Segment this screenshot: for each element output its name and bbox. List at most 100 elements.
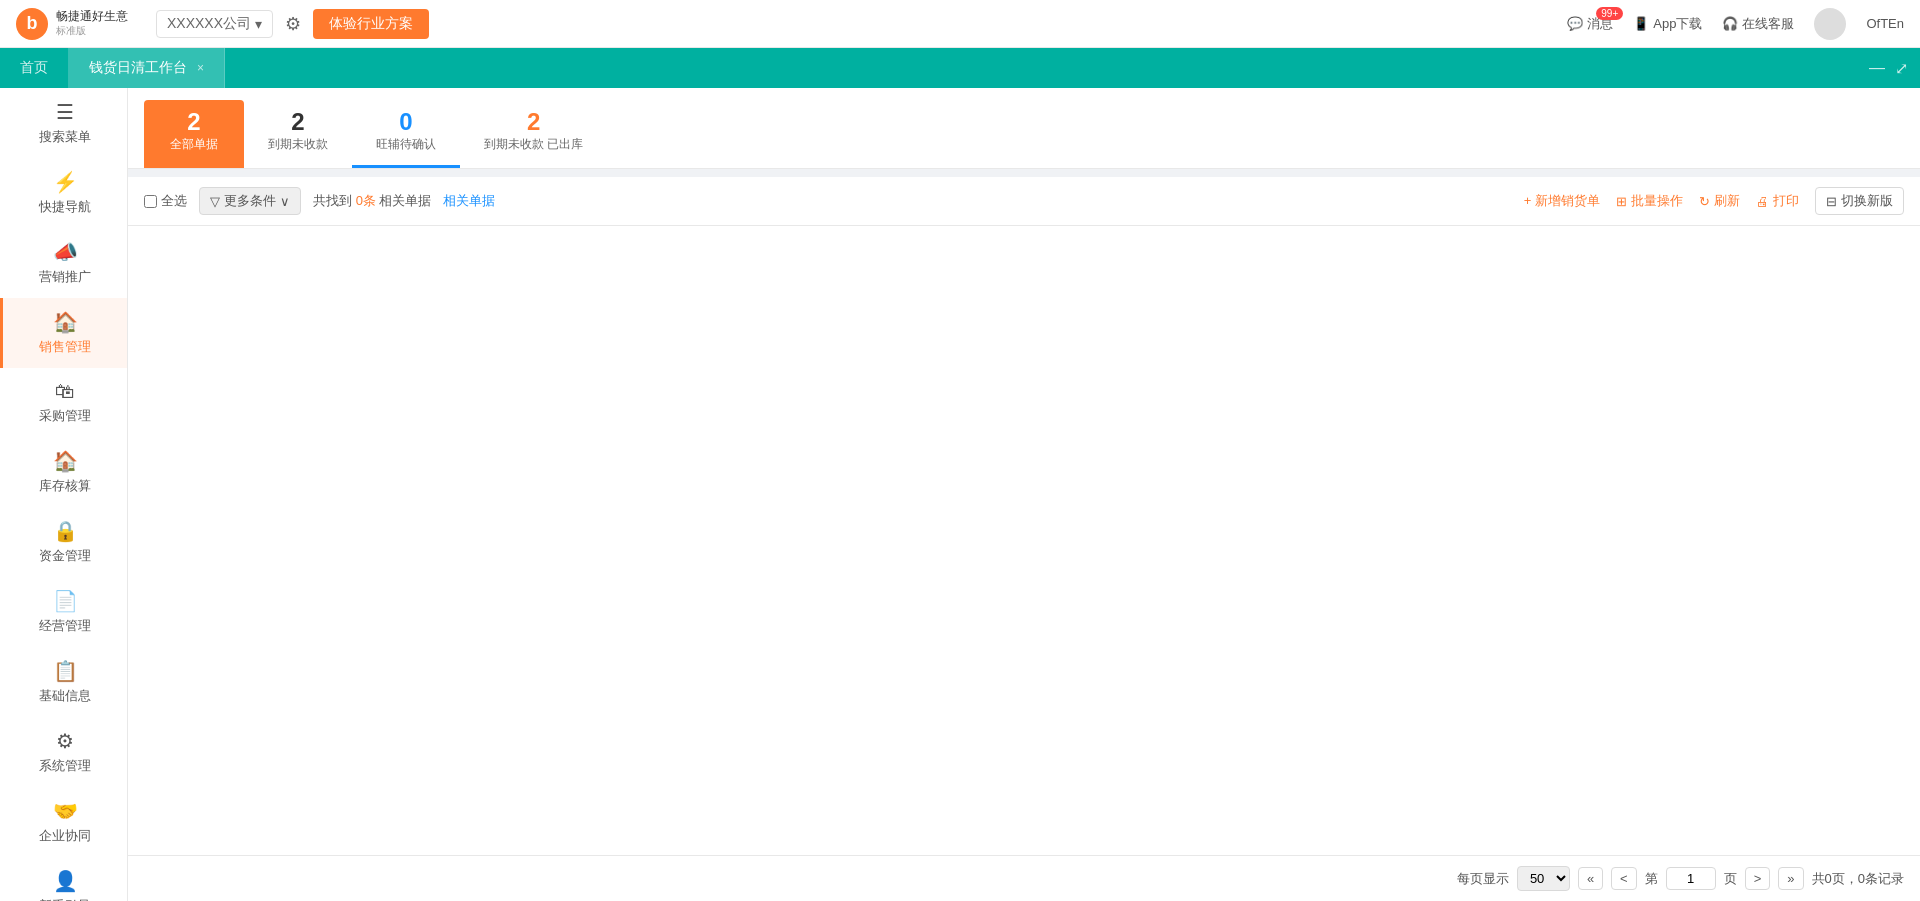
select-all-input[interactable] [144, 195, 157, 208]
sidebar-label-marketing: 营销推广 [39, 268, 91, 286]
sidebar-item-search-menu[interactable]: ☰ 搜索菜单 [0, 88, 127, 158]
sidebar-item-quick-nav[interactable]: ⚡ 快捷导航 [0, 158, 127, 228]
more-conditions-button[interactable]: ▽ 更多条件 ∨ [199, 187, 301, 215]
sidebar-item-marketing[interactable]: 📣 营销推广 [0, 228, 127, 298]
capital-mgmt-icon: 🔒 [53, 519, 78, 543]
related-link[interactable]: 相关单据 [443, 192, 495, 210]
app-download-button[interactable]: 📱 App下载 [1633, 15, 1702, 33]
sidebar-label-inventory: 库存核算 [39, 477, 91, 495]
chevron-down-icon: ∨ [280, 194, 290, 209]
switch-icon: ⊟ [1826, 194, 1837, 209]
logo-icon: b [16, 8, 48, 40]
sidebar-item-basic-info[interactable]: 📋 基础信息 [0, 647, 127, 717]
message-button[interactable]: 💬 消息 99+ [1567, 15, 1613, 33]
dropdown-icon: ▾ [255, 16, 262, 32]
sidebar-label-enterprise-collab: 企业协同 [39, 827, 91, 845]
logo-area: b 畅捷通好生意 标准版 [16, 8, 144, 40]
settings-icon[interactable]: ⚙ [285, 13, 301, 35]
print-button[interactable]: 🖨 打印 [1756, 192, 1799, 210]
per-page-select[interactable]: 50 [1517, 866, 1570, 891]
top-bar: b 畅捷通好生意 标准版 XXXXXX公司 ▾ ⚙ 体验行业方案 💬 消息 99… [0, 0, 1920, 48]
logo-text: 畅捷通好生意 [56, 9, 128, 25]
page-last-button[interactable]: » [1778, 867, 1803, 890]
sidebar-label-beginner-guide: 新手引导 [39, 897, 91, 901]
sidebar-label-purchase-mgmt: 采购管理 [39, 407, 91, 425]
switch-version-button[interactable]: ⊟ 切换新版 [1815, 187, 1904, 215]
add-order-button[interactable]: + 新增销货单 [1524, 192, 1600, 210]
app-download-icon: 📱 [1633, 16, 1649, 31]
sidebar-label-capital-mgmt: 资金管理 [39, 547, 91, 565]
switch-label: 切换新版 [1841, 192, 1893, 210]
page-number-input[interactable] [1666, 867, 1716, 890]
message-badge: 99+ [1596, 7, 1623, 20]
operations-mgmt-icon: 📄 [53, 589, 78, 613]
batch-icon: ⊞ [1616, 194, 1627, 209]
toolbar-right: + 新增销货单 ⊞ 批量操作 ↻ 刷新 🖨 打印 ⊟ 切换新版 [1524, 187, 1904, 215]
tab-workbench-label: 钱货日清工作台 [89, 59, 187, 77]
filter-icon: ▽ [210, 194, 220, 209]
more-conditions-label: 更多条件 [224, 192, 276, 210]
avatar[interactable] [1814, 8, 1846, 40]
pagination-bar: 每页显示 50 « < 第 页 > » 共0页，0条记录 [128, 855, 1920, 901]
tab-home[interactable]: 首页 [0, 48, 69, 88]
sales-mgmt-icon: 🏠 [53, 310, 78, 334]
status-tab-all[interactable]: 2 全部单据 [144, 100, 244, 168]
tab-workbench[interactable]: 钱货日清工作台 × [69, 48, 225, 88]
sidebar-item-inventory[interactable]: 🏠 库存核算 [0, 437, 127, 507]
tab-all-label: 全部单据 [170, 136, 218, 153]
per-page-label: 每页显示 [1457, 870, 1509, 888]
sidebar-item-enterprise-collab[interactable]: 🤝 企业协同 [0, 787, 127, 857]
main-layout: ☰ 搜索菜单 ⚡ 快捷导航 📣 营销推广 🏠 销售管理 🛍 采购管理 🏠 库存核… [0, 88, 1920, 901]
page-next-button[interactable]: > [1745, 867, 1771, 890]
inventory-icon: 🏠 [53, 449, 78, 473]
refresh-icon: ↻ [1699, 194, 1710, 209]
tab-overdue-outbound-label: 到期未收款 已出库 [484, 136, 583, 153]
tab-overdue-label: 到期未收款 [268, 136, 328, 153]
tab-minimize-button[interactable]: — [1869, 59, 1885, 77]
sidebar-label-basic-info: 基础信息 [39, 687, 91, 705]
page-first-button[interactable]: « [1578, 867, 1603, 890]
purchase-mgmt-icon: 🛍 [55, 380, 75, 403]
sidebar-item-purchase-mgmt[interactable]: 🛍 采购管理 [0, 368, 127, 437]
tab-overdue-outbound-num: 2 [527, 108, 540, 136]
select-all-label: 全选 [161, 192, 187, 210]
tab-maximize-button[interactable]: ⤢ [1895, 59, 1908, 78]
experience-button[interactable]: 体验行业方案 [313, 9, 429, 39]
status-tabs: 2 全部单据 2 到期未收款 0 旺辅待确认 2 到期未收款 已出库 [128, 88, 1920, 169]
quick-nav-icon: ⚡ [53, 170, 78, 194]
found-prefix: 共找到 [313, 193, 352, 208]
sidebar-item-capital-mgmt[interactable]: 🔒 资金管理 [0, 507, 127, 577]
toolbar-left: 全选 ▽ 更多条件 ∨ 共找到 0条 相关单据 相关单据 [144, 187, 495, 215]
status-tab-overdue[interactable]: 2 到期未收款 [244, 100, 352, 168]
print-icon: 🖨 [1756, 194, 1769, 209]
batch-operation-button[interactable]: ⊞ 批量操作 [1616, 192, 1683, 210]
basic-info-icon: 📋 [53, 659, 78, 683]
tab-all-num: 2 [187, 108, 200, 136]
app-download-label: App下载 [1653, 15, 1702, 33]
system-mgmt-icon: ⚙ [56, 729, 74, 753]
status-tab-overdue-outbound[interactable]: 2 到期未收款 已出库 [460, 100, 607, 168]
sidebar-label-system-mgmt: 系统管理 [39, 757, 91, 775]
page-label: 第 [1645, 870, 1658, 888]
enterprise-collab-icon: 🤝 [53, 799, 78, 823]
logo-badge: 标准版 [56, 24, 128, 38]
total-info: 共0页，0条记录 [1812, 870, 1904, 888]
select-all-checkbox[interactable]: 全选 [144, 192, 187, 210]
top-bar-left: b 畅捷通好生意 标准版 XXXXXX公司 ▾ ⚙ 体验行业方案 [16, 8, 429, 40]
refresh-button[interactable]: ↻ 刷新 [1699, 192, 1740, 210]
company-selector[interactable]: XXXXXX公司 ▾ [156, 10, 273, 38]
page-prev-button[interactable]: < [1611, 867, 1637, 890]
tab-close-icon[interactable]: × [197, 61, 204, 75]
online-service-button[interactable]: 🎧 在线客服 [1722, 15, 1794, 33]
user-name[interactable]: OfTEn [1866, 16, 1904, 31]
tab-spacer [225, 48, 1857, 88]
status-tab-pending[interactable]: 0 旺辅待确认 [352, 100, 460, 168]
sidebar-item-operations-mgmt[interactable]: 📄 经营管理 [0, 577, 127, 647]
sidebar-item-system-mgmt[interactable]: ⚙ 系统管理 [0, 717, 127, 787]
logo-text-area: 畅捷通好生意 标准版 [56, 9, 128, 39]
sidebar-item-sales-mgmt[interactable]: 🏠 销售管理 [0, 298, 127, 368]
sidebar-item-beginner-guide[interactable]: 👤 新手引导 [0, 857, 127, 901]
company-name: XXXXXX公司 [167, 15, 251, 33]
headset-icon: 🎧 [1722, 16, 1738, 31]
found-text: 共找到 0条 相关单据 [313, 192, 431, 210]
